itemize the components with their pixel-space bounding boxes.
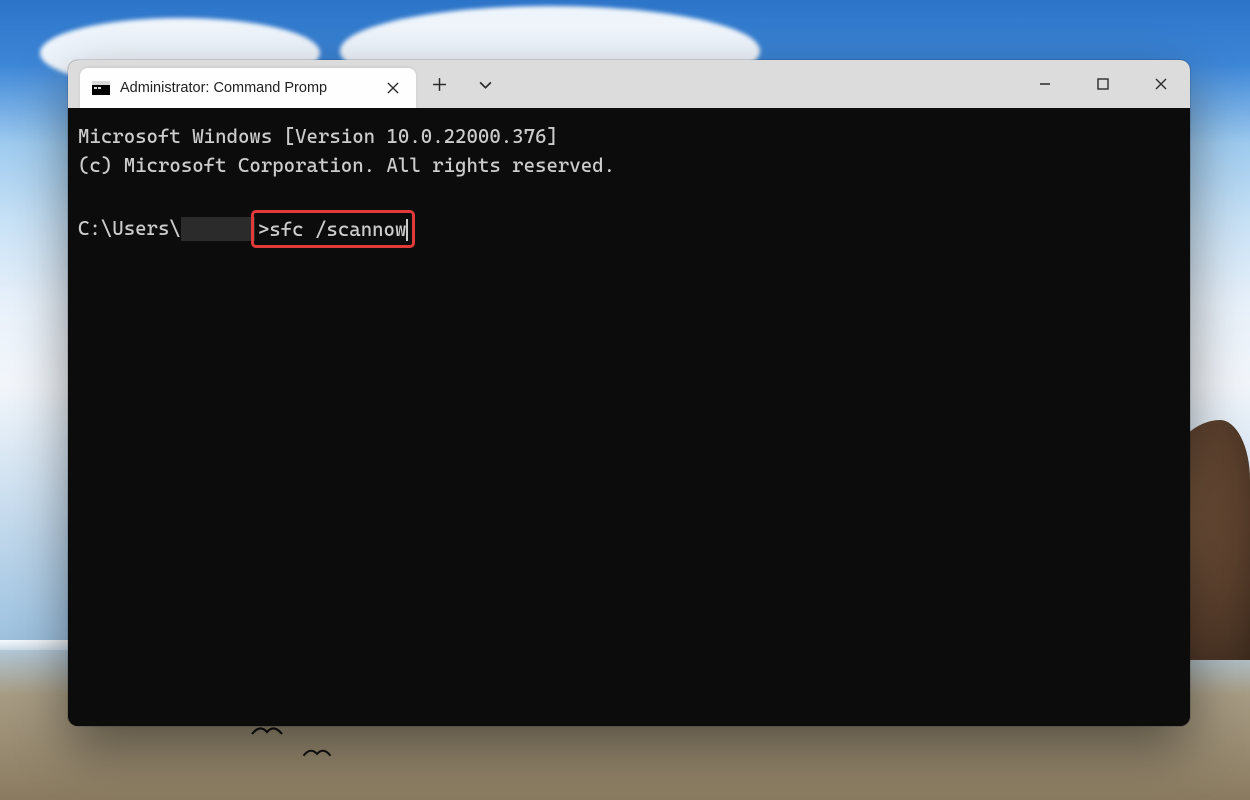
window-titlebar[interactable]: Administrator: Command Promp bbox=[68, 60, 1190, 108]
new-tab-button[interactable] bbox=[416, 60, 462, 108]
command-highlight-box: >sfc /scannow bbox=[251, 210, 415, 248]
minimize-button[interactable] bbox=[1016, 60, 1074, 108]
terminal-output[interactable]: Microsoft Windows [Version 10.0.22000.37… bbox=[68, 108, 1190, 726]
prompt-suffix: > bbox=[258, 218, 269, 241]
desktop-wallpaper: Administrator: Command Promp bbox=[0, 0, 1250, 800]
tab-command-prompt[interactable]: Administrator: Command Promp bbox=[80, 68, 416, 108]
wallpaper-bird-icon bbox=[302, 745, 333, 761]
text-cursor bbox=[406, 219, 408, 241]
tab-title: Administrator: Command Promp bbox=[120, 80, 370, 96]
close-icon bbox=[387, 82, 399, 94]
prompt-path-prefix: C:\Users\ bbox=[78, 214, 181, 243]
redacted-username bbox=[181, 217, 255, 241]
tab-close-button[interactable] bbox=[380, 75, 406, 101]
terminal-prompt-line: C:\Users\ >sfc /scannow bbox=[78, 210, 1180, 248]
minimize-icon bbox=[1038, 77, 1052, 91]
terminal-window: Administrator: Command Promp bbox=[68, 60, 1190, 726]
close-icon bbox=[1154, 77, 1168, 91]
plus-icon bbox=[432, 77, 447, 92]
typed-command: sfc /scannow bbox=[269, 218, 406, 241]
command-prompt-icon bbox=[92, 81, 110, 95]
maximize-icon bbox=[1096, 77, 1110, 91]
tab-dropdown-button[interactable] bbox=[462, 60, 508, 108]
window-close-button[interactable] bbox=[1132, 60, 1190, 108]
chevron-down-icon bbox=[478, 77, 493, 92]
maximize-button[interactable] bbox=[1074, 60, 1132, 108]
terminal-line: (c) Microsoft Corporation. All rights re… bbox=[78, 154, 615, 177]
terminal-line: Microsoft Windows [Version 10.0.22000.37… bbox=[78, 125, 558, 148]
